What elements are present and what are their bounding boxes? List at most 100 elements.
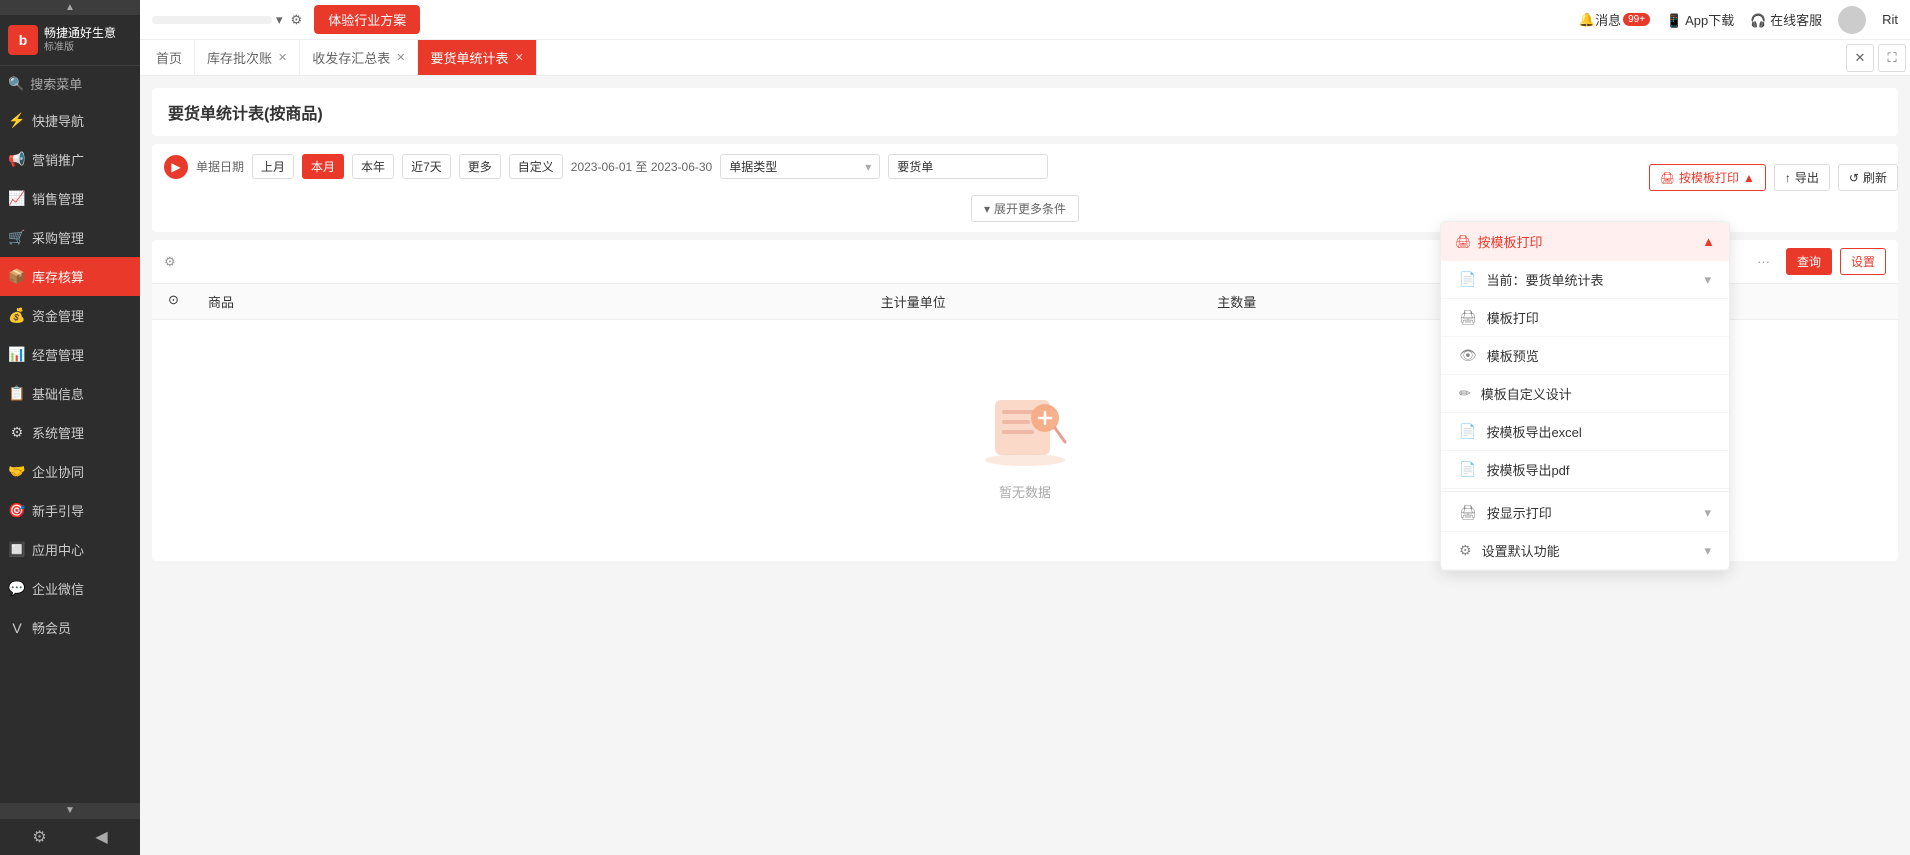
dropdown-collapse-icon: ▲ (1702, 234, 1715, 249)
order-code-input[interactable]: 要货单 (888, 154, 1048, 179)
tab-batch-accounts[interactable]: 库存批次账 ✕ (195, 40, 300, 75)
download-icon: 📱 (1666, 13, 1682, 28)
bell-icon: 🔔 (1579, 12, 1595, 28)
close-batch-accounts[interactable]: ✕ (278, 51, 287, 64)
template-export-pdf-item[interactable]: 📄 按模板导出pdf (1441, 451, 1729, 489)
system-icon: ⚙ (8, 424, 26, 441)
app-download-link[interactable]: 📱 App下载 (1666, 10, 1734, 29)
tab-order-stats[interactable]: 要货单统计表 ✕ (418, 40, 536, 75)
print-dropdown-header[interactable]: 🖨 按模板打印 ▲ (1441, 222, 1729, 261)
export-pdf-icon: 📄 (1459, 461, 1476, 478)
print-dropdown-panel: 🖨 按模板打印 ▲ 📄 当前：要货单统计表 ▾ 🖨 模板打印 👁 模板预览 ✏ (1440, 221, 1730, 571)
date-btn-7days[interactable]: 近7天 (402, 154, 451, 179)
collapse-icon[interactable]: ◀ (95, 827, 107, 847)
export-excel-icon: 📄 (1459, 423, 1476, 440)
date-btn-this-month[interactable]: 本月 (302, 154, 344, 179)
date-range: 2023-06-01 至 2023-06-30 (571, 158, 712, 175)
default-func-item[interactable]: ⚙ 设置默认功能 ▾ (1441, 532, 1729, 570)
template-preview-icon: 👁 (1459, 347, 1477, 364)
sidebar-item-finance[interactable]: 💰 资金管理 (0, 296, 140, 335)
sales-icon: 📈 (8, 190, 26, 207)
online-service-link[interactable]: 🎧 在线客服 (1750, 10, 1822, 29)
topbar-right: 🔔 消息 99+ 📱 App下载 🎧 在线客服 Rit (1579, 6, 1898, 34)
tab-home[interactable]: 首页 (144, 40, 195, 75)
sidebar-item-business[interactable]: 📊 经营管理 (0, 335, 140, 374)
close-tab-btn[interactable]: ✕ (1846, 44, 1874, 72)
select-arrow-icon: ▾ (865, 160, 871, 174)
empty-text: 暂无数据 (999, 482, 1051, 501)
marketing-icon: 📢 (8, 151, 26, 168)
sidebar-item-marketing[interactable]: 📢 营销推广 (0, 140, 140, 179)
close-receivable-summary[interactable]: ✕ (396, 51, 405, 64)
template-custom-icon: ✏ (1459, 385, 1471, 402)
business-icon: 📊 (8, 346, 26, 363)
tab-end-btns: ✕ ⛶ (1846, 44, 1906, 72)
page-header: 要货单统计表(按商品) (152, 88, 1898, 136)
purchase-icon: 🛒 (8, 229, 26, 246)
topbar-gear-icon[interactable]: ⚙ (291, 12, 303, 28)
page-content: 要货单统计表(按商品) ▶ 单据日期 上月 本月 本年 近7天 更多 自定义 2… (140, 76, 1910, 855)
sidebar-item-sales[interactable]: 📈 销售管理 (0, 179, 140, 218)
tabbar: 首页 库存批次账 ✕ 收发存汇总表 ✕ 要货单统计表 ✕ ✕ ⛶ (140, 40, 1910, 76)
current-icon: 📄 (1459, 271, 1476, 288)
order-type-select[interactable]: 单据类型 ▾ (720, 154, 880, 179)
trial-btn[interactable]: 体验行业方案 (314, 5, 420, 34)
sidebar-scroll-down[interactable]: ▼ (0, 803, 140, 818)
collab-icon: 🤝 (8, 463, 26, 480)
sidebar-search[interactable]: 🔍 搜索菜单 (0, 66, 140, 101)
quick-nav-icon: ⚡ (8, 112, 26, 129)
template-export-excel-item[interactable]: 📄 按模板导出excel (1441, 413, 1729, 451)
date-btn-custom[interactable]: 自定义 (509, 154, 563, 179)
close-order-stats[interactable]: ✕ (515, 51, 524, 64)
sidebar-item-collab[interactable]: 🤝 企业协同 (0, 452, 140, 491)
template-print-item[interactable]: 🖨 模板打印 (1441, 299, 1729, 337)
template-print-icon: 🖨 (1459, 309, 1477, 326)
sidebar-footer: ⚙ ◀ (0, 818, 140, 855)
current-template-item[interactable]: 📄 当前：要货单统计表 ▾ (1441, 261, 1729, 299)
query-btn[interactable]: 查询 (1786, 248, 1832, 275)
sidebar-item-purchase[interactable]: 🛒 采购管理 (0, 218, 140, 257)
sidebar-item-wechat[interactable]: 💬 企业微信 (0, 569, 140, 608)
sidebar-item-system[interactable]: ⚙ 系统管理 (0, 413, 140, 452)
table-settings-icon[interactable]: ⚙ (164, 254, 176, 270)
sidebar-item-inventory[interactable]: 📦 库存核算 (0, 257, 140, 296)
sidebar-nav: ⚡ 快捷导航 📢 营销推广 📈 销售管理 🛒 采购管理 📦 库存核算 💰 资金管… (0, 101, 140, 803)
sidebar-item-member[interactable]: V 畅会员 (0, 608, 140, 647)
sidebar-item-basic-info[interactable]: 📋 基础信息 (0, 374, 140, 413)
expand-tab-btn[interactable]: ⛶ (1878, 44, 1906, 72)
notification-btn[interactable]: 🔔 消息 99+ (1579, 10, 1650, 29)
topbar-search[interactable] (152, 16, 272, 24)
tab-receivable-summary[interactable]: 收发存汇总表 ✕ (300, 40, 418, 75)
col-checkbox: ⊙ (164, 292, 204, 311)
empty-illustration (975, 380, 1075, 470)
finance-icon: 💰 (8, 307, 26, 324)
display-print-arrow: ▾ (1704, 505, 1711, 521)
topbar-dropdown-arrow[interactable]: ▾ (276, 12, 283, 28)
date-label: 单据日期 (196, 158, 244, 175)
template-preview-item[interactable]: 👁 模板预览 (1441, 337, 1729, 375)
page-title: 要货单统计表(按商品) (168, 106, 323, 123)
current-arrow: ▾ (1704, 272, 1711, 288)
sidebar-item-quick-nav[interactable]: ⚡ 快捷导航 (0, 101, 140, 140)
sidebar-scroll-up[interactable]: ▲ (0, 0, 140, 15)
date-btn-this-year[interactable]: 本年 (352, 154, 394, 179)
member-icon: V (8, 620, 26, 636)
action-bar: ··· 查询 设置 (1757, 248, 1886, 275)
sidebar-item-guide[interactable]: 🎯 新手引导 (0, 491, 140, 530)
more-options-btn[interactable]: ··· (1757, 254, 1770, 269)
topbar: ▾ ⚙ 体验行业方案 🔔 消息 99+ 📱 App下载 🎧 在线客服 Rit (140, 0, 1910, 40)
date-btn-more[interactable]: 更多 (459, 154, 501, 179)
main-area: ▾ ⚙ 体验行业方案 🔔 消息 99+ 📱 App下载 🎧 在线客服 Rit 首… (140, 0, 1910, 855)
date-btn-last-month[interactable]: 上月 (252, 154, 294, 179)
display-print-item[interactable]: 🖨 按显示打印 ▾ (1441, 494, 1729, 532)
display-print-icon: 🖨 (1459, 504, 1477, 521)
filter-expand-btn[interactable]: ▶ (164, 155, 188, 179)
settings-footer-icon[interactable]: ⚙ (32, 827, 46, 847)
expand-conditions-btn[interactable]: ▾ 展开更多条件 (971, 195, 1079, 222)
sidebar-logo: b 畅捷通好生意 标准版 (0, 15, 140, 66)
settings-btn[interactable]: 设置 (1840, 248, 1886, 275)
template-custom-item[interactable]: ✏ 模板自定义设计 (1441, 375, 1729, 413)
avatar[interactable] (1838, 6, 1866, 34)
print-dropdown-header-icon: 🖨 (1455, 234, 1472, 250)
sidebar-item-app-center[interactable]: 🔲 应用中心 (0, 530, 140, 569)
